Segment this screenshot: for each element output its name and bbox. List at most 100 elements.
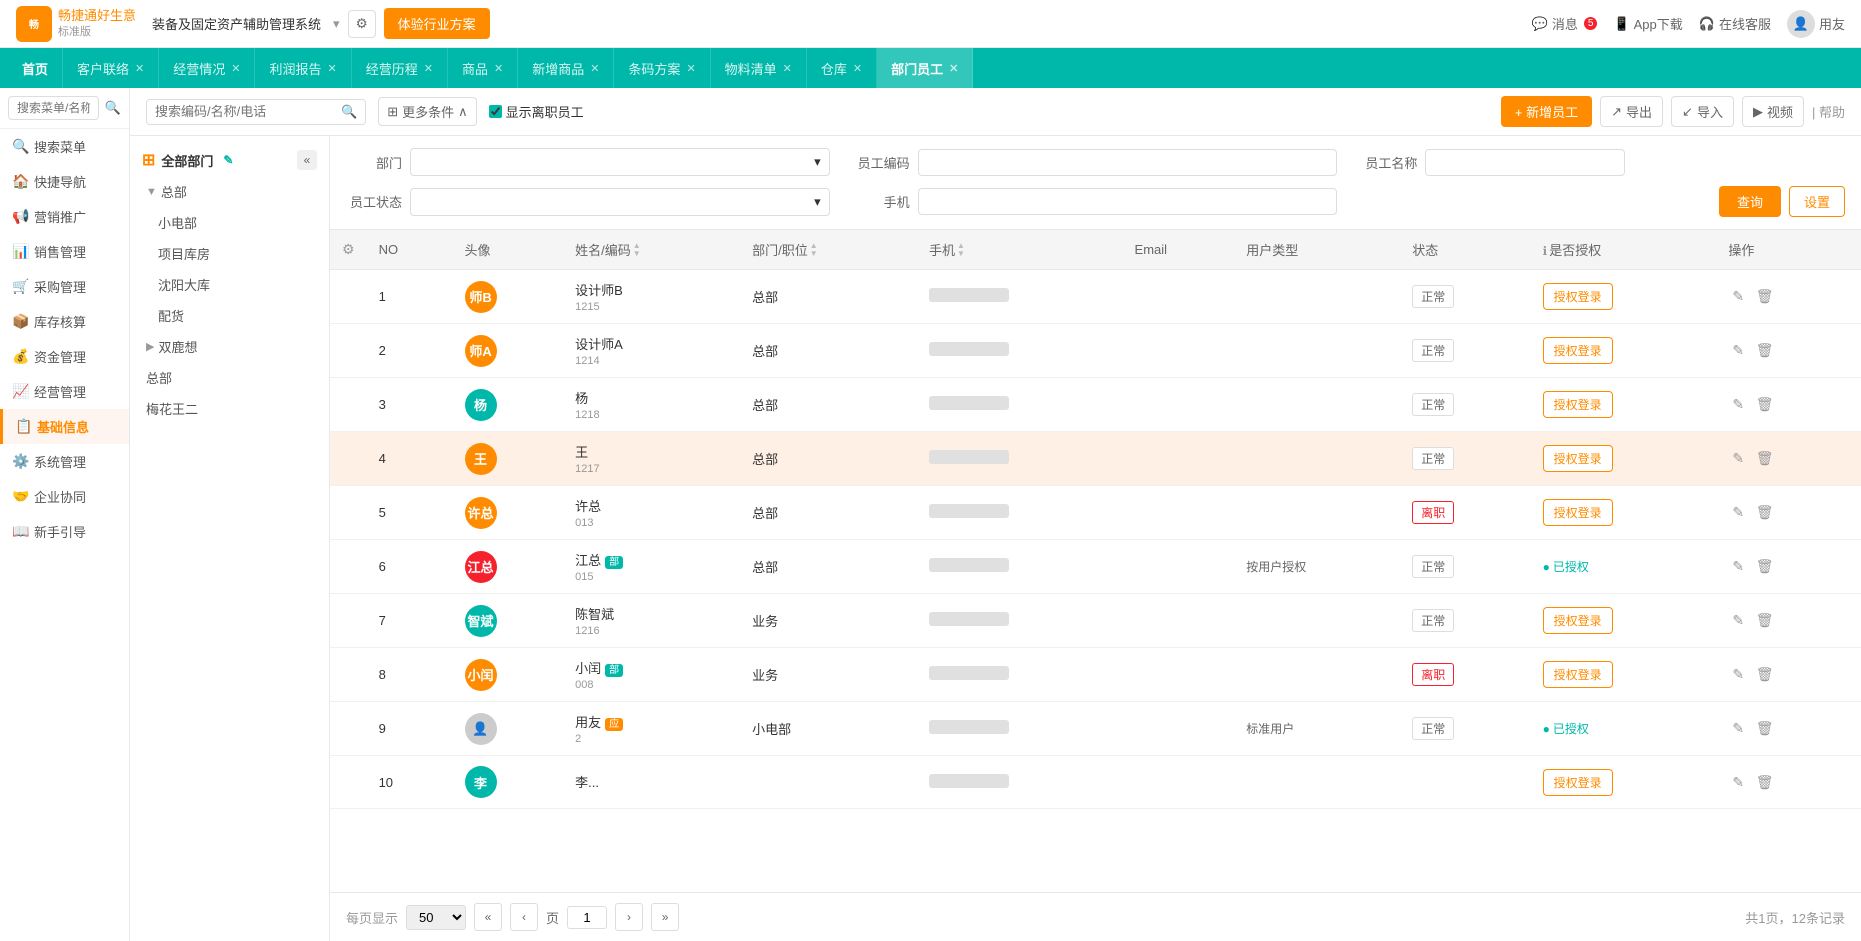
- nav-tab-process[interactable]: 经营历程 ✕: [352, 48, 448, 88]
- sidebar-item-finance[interactable]: 💰资金管理: [0, 339, 129, 374]
- edit-button[interactable]: ✎: [1728, 340, 1748, 361]
- set-button[interactable]: 设置: [1789, 186, 1845, 217]
- close-tab-icon[interactable]: ✕: [686, 62, 695, 75]
- export-button[interactable]: ↗ 导出: [1600, 96, 1663, 127]
- sidebar-item-basic_info[interactable]: 📋基础信息: [0, 409, 129, 444]
- auth-login-button[interactable]: 授权登录: [1543, 391, 1613, 418]
- close-tab-icon[interactable]: ✕: [853, 62, 862, 75]
- auth-login-button[interactable]: 授权登录: [1543, 499, 1613, 526]
- nav-tab-home[interactable]: 首页: [8, 48, 63, 88]
- nav-tab-profit[interactable]: 利润报告 ✕: [255, 48, 351, 88]
- delete-button[interactable]: 🗑: [1752, 448, 1778, 469]
- phone-col-header[interactable]: 手机 ▲▼: [917, 230, 1123, 270]
- sidebar-item-guide[interactable]: 📖新手引导: [0, 514, 129, 549]
- nav-tab-barcode[interactable]: 条码方案 ✕: [614, 48, 710, 88]
- last-page-button[interactable]: »: [651, 903, 679, 931]
- nav-tab-dept_employee[interactable]: 部门员工 ✕: [877, 48, 973, 88]
- sidebar-item-search[interactable]: 🔍搜索菜单: [0, 129, 129, 164]
- edit-button[interactable]: ✎: [1728, 286, 1748, 307]
- delete-button[interactable]: 🗑: [1752, 772, 1778, 793]
- close-tab-icon[interactable]: ✕: [494, 62, 503, 75]
- video-button[interactable]: ▶ 视频: [1742, 96, 1804, 127]
- delete-button[interactable]: 🗑: [1752, 340, 1778, 361]
- emp-code-input[interactable]: [918, 149, 1338, 176]
- auth-login-button[interactable]: 授权登录: [1543, 337, 1613, 364]
- edit-button[interactable]: ✎: [1728, 664, 1748, 685]
- dept-tree-item-general[interactable]: ▼总部: [130, 176, 329, 207]
- user-menu[interactable]: 👤 用友: [1787, 10, 1845, 38]
- sidebar-search-input[interactable]: [8, 96, 99, 120]
- nav-tab-business[interactable]: 经营情况 ✕: [159, 48, 255, 88]
- edit-button[interactable]: ✎: [1728, 502, 1748, 523]
- edit-button[interactable]: ✎: [1728, 448, 1748, 469]
- delete-button[interactable]: 🗑: [1752, 610, 1778, 631]
- column-settings-icon[interactable]: ⚙: [342, 241, 355, 257]
- auth-login-button[interactable]: 授权登录: [1543, 607, 1613, 634]
- dept-tree-item-plum_king[interactable]: 梅花王二: [130, 393, 329, 424]
- sidebar-item-enterprise[interactable]: 🤝企业协同: [0, 479, 129, 514]
- add-employee-button[interactable]: + 新增员工: [1501, 96, 1592, 127]
- nav-tab-warehouse[interactable]: 仓库 ✕: [807, 48, 877, 88]
- first-page-button[interactable]: «: [474, 903, 502, 931]
- close-tab-icon[interactable]: ✕: [949, 62, 958, 75]
- phone-input[interactable]: [918, 188, 1338, 215]
- delete-button[interactable]: 🗑: [1752, 286, 1778, 307]
- sidebar-item-operations[interactable]: 📈经营管理: [0, 374, 129, 409]
- collapse-tree-button[interactable]: «: [297, 150, 317, 170]
- delete-button[interactable]: 🗑: [1752, 556, 1778, 577]
- close-tab-icon[interactable]: ✕: [424, 62, 433, 75]
- sidebar-item-system[interactable]: ⚙️系统管理: [0, 444, 129, 479]
- edit-button[interactable]: ✎: [1728, 610, 1748, 631]
- prev-page-button[interactable]: ‹: [510, 903, 538, 931]
- dept-tree-item-shuang[interactable]: ▶双鹿想: [130, 331, 329, 362]
- sidebar-item-marketing[interactable]: 📢营销推广: [0, 199, 129, 234]
- app-download-button[interactable]: 📱 App下载: [1613, 14, 1682, 33]
- message-button[interactable]: 💬 消息 5: [1532, 14, 1598, 33]
- next-page-button[interactable]: ›: [615, 903, 643, 931]
- sidebar-item-purchase[interactable]: 🛒采购管理: [0, 269, 129, 304]
- dept-col-header[interactable]: 部门/职位 ▲▼: [740, 230, 917, 270]
- auth-login-button[interactable]: 授权登录: [1543, 283, 1613, 310]
- edit-button[interactable]: ✎: [1728, 772, 1748, 793]
- page-input[interactable]: [567, 906, 607, 929]
- emp-name-input[interactable]: [1425, 149, 1625, 176]
- edit-button[interactable]: ✎: [1728, 556, 1748, 577]
- dept-tree-item-distribution[interactable]: 配货: [130, 300, 329, 331]
- help-button[interactable]: | 帮助: [1812, 102, 1845, 121]
- close-tab-icon[interactable]: ✕: [590, 62, 599, 75]
- auth-login-button[interactable]: 授权登录: [1543, 769, 1613, 796]
- dept-tree-item-project[interactable]: 项目库房: [130, 238, 329, 269]
- title-dropdown-icon[interactable]: ▾: [333, 16, 340, 32]
- auth-login-button[interactable]: 授权登录: [1543, 661, 1613, 688]
- dept-tree-item-small_elec[interactable]: 小电部: [130, 207, 329, 238]
- close-tab-icon[interactable]: ✕: [783, 62, 792, 75]
- close-tab-icon[interactable]: ✕: [328, 62, 337, 75]
- delete-button[interactable]: 🗑: [1752, 718, 1778, 739]
- online-service-button[interactable]: 🎧 在线客服: [1699, 14, 1771, 33]
- emp-status-select[interactable]: ▾: [410, 188, 830, 216]
- edit-button[interactable]: ✎: [1728, 394, 1748, 415]
- dept-select[interactable]: ▾: [410, 148, 830, 176]
- nav-tab-new_goods[interactable]: 新增商品 ✕: [518, 48, 614, 88]
- auth-login-button[interactable]: 授权登录: [1543, 445, 1613, 472]
- show-inactive-label[interactable]: 显示离职员工: [489, 102, 584, 121]
- name-col-header[interactable]: 姓名/编码 ▲▼: [563, 230, 740, 270]
- nav-tab-material[interactable]: 物料清单 ✕: [711, 48, 807, 88]
- close-tab-icon[interactable]: ✕: [135, 62, 144, 75]
- sidebar-item-inventory[interactable]: 📦库存核算: [0, 304, 129, 339]
- delete-button[interactable]: 🗑: [1752, 394, 1778, 415]
- nav-tab-goods[interactable]: 商品 ✕: [448, 48, 518, 88]
- dept-tree-item-hq[interactable]: 总部: [130, 362, 329, 393]
- delete-button[interactable]: 🗑: [1752, 664, 1778, 685]
- sidebar-item-quick_nav[interactable]: 🏠快捷导航: [0, 164, 129, 199]
- edit-button[interactable]: ✎: [1728, 718, 1748, 739]
- search-input[interactable]: [155, 104, 335, 119]
- close-tab-icon[interactable]: ✕: [231, 62, 240, 75]
- show-inactive-checkbox[interactable]: [489, 105, 502, 118]
- more-filter-button[interactable]: ⊞ 更多条件 ∧: [378, 97, 476, 126]
- per-page-select[interactable]: 50 20 100: [406, 905, 466, 930]
- dept-tree-item-shenyang[interactable]: 沈阳大库: [130, 269, 329, 300]
- query-button[interactable]: 查询: [1719, 186, 1781, 217]
- sidebar-item-sales[interactable]: 📊销售管理: [0, 234, 129, 269]
- edit-dept-icon[interactable]: ✎: [223, 153, 233, 167]
